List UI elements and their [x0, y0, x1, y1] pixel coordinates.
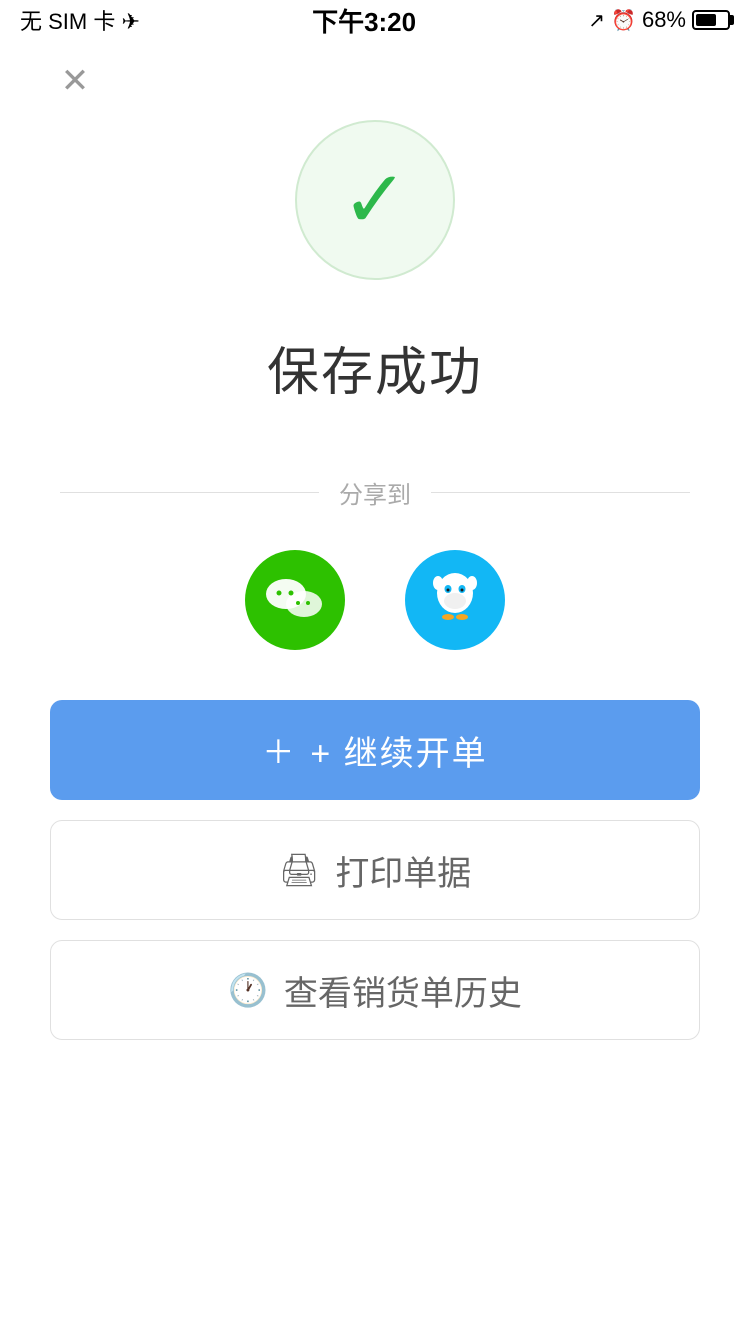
checkmark-icon: ✓ [341, 160, 408, 240]
location-icon: ↗ [588, 8, 605, 33]
share-divider: 分享到 [0, 475, 750, 510]
continue-button[interactable]: ＋ + 继续开单 [50, 700, 700, 800]
success-circle: ✓ [295, 120, 455, 280]
divider-line-right [431, 492, 690, 493]
history-label: 查看销货单历史 [284, 966, 522, 1015]
close-button[interactable]: ✕ [50, 56, 100, 106]
wechat-share-button[interactable] [245, 550, 345, 650]
status-bar: 无 SIM 卡 ✈ 下午3:20 ↗ ⏰ 68% [0, 0, 750, 40]
plus-icon: ＋ [262, 727, 294, 773]
status-time: 下午3:20 [312, 2, 416, 39]
close-icon: ✕ [61, 64, 90, 98]
qq-share-button[interactable] [405, 550, 505, 650]
divider-line-left [60, 492, 319, 493]
main-content: ✓ 保存成功 分享到 [0, 40, 750, 1040]
sim-status: 无 SIM 卡 ✈ [20, 4, 140, 36]
clock-icon: 🕐 [228, 971, 268, 1009]
action-buttons: ＋ + 继续开单 🖨 打印单据 🕐 查看销货单历史 [0, 700, 750, 1040]
alarm-icon: ⏰ [611, 8, 636, 33]
continue-label: + 继续开单 [310, 726, 487, 775]
qq-icon [428, 569, 483, 631]
battery-fill [696, 14, 716, 26]
share-label: 分享到 [319, 475, 431, 510]
print-button[interactable]: 🖨 打印单据 [50, 820, 700, 920]
print-label: 打印单据 [335, 846, 471, 895]
share-icons [245, 550, 505, 650]
battery-icon [692, 10, 730, 30]
share-section: 分享到 [0, 475, 750, 650]
success-title: 保存成功 [267, 330, 483, 405]
wechat-icon [264, 574, 326, 626]
battery-percent: 68% [642, 7, 686, 33]
status-left: 无 SIM 卡 ✈ [20, 4, 140, 36]
history-button[interactable]: 🕐 查看销货单历史 [50, 940, 700, 1040]
printer-icon: 🖨 [279, 851, 320, 889]
status-right: ↗ ⏰ 68% [588, 7, 730, 33]
